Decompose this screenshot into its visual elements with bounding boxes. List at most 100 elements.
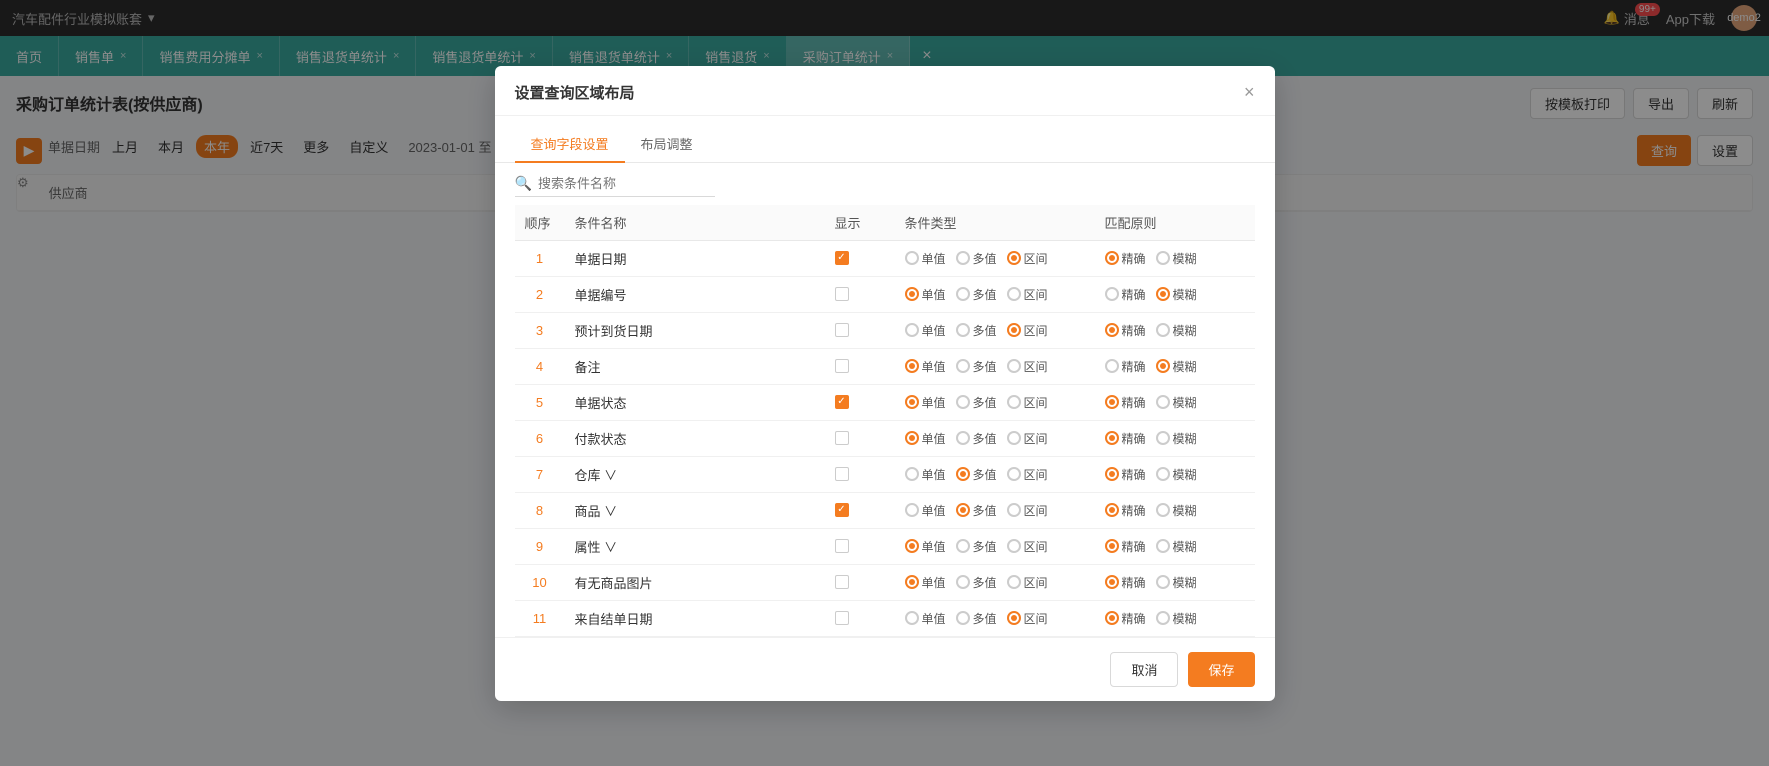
- match-radio-item[interactable]: 模糊: [1156, 394, 1197, 411]
- type-radio-item[interactable]: 单值: [905, 610, 946, 627]
- radio-label: 精确: [1122, 286, 1146, 303]
- radio-circle: [1105, 323, 1119, 337]
- match-radio-item[interactable]: 模糊: [1156, 358, 1197, 375]
- type-radio-item[interactable]: 单值: [905, 394, 946, 411]
- type-radio-item[interactable]: 单值: [905, 466, 946, 483]
- match-radio-item[interactable]: 精确: [1105, 574, 1146, 591]
- row-display[interactable]: [825, 564, 895, 600]
- match-radio-item[interactable]: 模糊: [1156, 466, 1197, 483]
- type-radio-item[interactable]: 区间: [1007, 358, 1048, 375]
- row-display[interactable]: [825, 456, 895, 492]
- match-radio-item[interactable]: 模糊: [1156, 286, 1197, 303]
- row-display[interactable]: [825, 276, 895, 312]
- display-checkbox[interactable]: [835, 467, 849, 481]
- modal-title: 设置查询区域布局: [515, 82, 635, 103]
- match-radio-item[interactable]: 模糊: [1156, 574, 1197, 591]
- display-checkbox[interactable]: [835, 287, 849, 301]
- type-radio-item[interactable]: 区间: [1007, 430, 1048, 447]
- row-display[interactable]: [825, 600, 895, 636]
- display-checkbox[interactable]: [835, 323, 849, 337]
- match-radio-item[interactable]: 精确: [1105, 610, 1146, 627]
- type-radio-item[interactable]: 多值: [956, 286, 997, 303]
- type-radio-item[interactable]: 区间: [1007, 466, 1048, 483]
- display-checkbox[interactable]: [835, 431, 849, 445]
- type-radio-item[interactable]: 区间: [1007, 322, 1048, 339]
- type-radio-item[interactable]: 单值: [905, 430, 946, 447]
- type-radio-item[interactable]: 单值: [905, 502, 946, 519]
- type-radio-item[interactable]: 单值: [905, 358, 946, 375]
- radio-label: 精确: [1122, 250, 1146, 267]
- type-radio-item[interactable]: 区间: [1007, 394, 1048, 411]
- row-display[interactable]: [825, 348, 895, 384]
- row-display[interactable]: [825, 240, 895, 276]
- type-radio-item[interactable]: 区间: [1007, 538, 1048, 555]
- type-radio-item[interactable]: 多值: [956, 610, 997, 627]
- modal-tab-query[interactable]: 查询字段设置: [515, 126, 625, 163]
- match-radio-item[interactable]: 精确: [1105, 250, 1146, 267]
- display-checkbox[interactable]: [835, 539, 849, 553]
- modal-tab-layout[interactable]: 布局调整: [625, 126, 709, 163]
- display-checkbox[interactable]: [835, 395, 849, 409]
- type-radio-item[interactable]: 单值: [905, 574, 946, 591]
- radio-label: 模糊: [1173, 358, 1197, 375]
- row-match: 精确模糊: [1095, 384, 1255, 420]
- type-radio-item[interactable]: 单值: [905, 538, 946, 555]
- cancel-btn[interactable]: 取消: [1110, 652, 1178, 687]
- match-radio-item[interactable]: 精确: [1105, 430, 1146, 447]
- row-order: 4: [515, 348, 565, 384]
- type-radio-item[interactable]: 多值: [956, 466, 997, 483]
- row-display[interactable]: [825, 384, 895, 420]
- row-display[interactable]: [825, 492, 895, 528]
- radio-circle: [1156, 431, 1170, 445]
- match-radio-item[interactable]: 精确: [1105, 322, 1146, 339]
- row-display[interactable]: [825, 420, 895, 456]
- type-radio-item[interactable]: 单值: [905, 250, 946, 267]
- type-radio-item[interactable]: 多值: [956, 430, 997, 447]
- radio-circle: [1007, 503, 1021, 517]
- type-radio-item[interactable]: 区间: [1007, 250, 1048, 267]
- modal-close-btn[interactable]: ×: [1244, 83, 1255, 101]
- match-radio-item[interactable]: 模糊: [1156, 502, 1197, 519]
- radio-label: 模糊: [1173, 574, 1197, 591]
- type-radio-item[interactable]: 多值: [956, 574, 997, 591]
- match-radio-item[interactable]: 模糊: [1156, 430, 1197, 447]
- radio-label: 单值: [922, 466, 946, 483]
- match-radio-item[interactable]: 精确: [1105, 286, 1146, 303]
- match-radio-item[interactable]: 模糊: [1156, 538, 1197, 555]
- match-radio-item[interactable]: 模糊: [1156, 610, 1197, 627]
- row-name: 单据编号: [565, 276, 825, 312]
- match-radio-item[interactable]: 精确: [1105, 502, 1146, 519]
- type-radio-item[interactable]: 多值: [956, 250, 997, 267]
- type-radio-item[interactable]: 单值: [905, 286, 946, 303]
- type-radio-item[interactable]: 多值: [956, 538, 997, 555]
- type-radio-item[interactable]: 区间: [1007, 610, 1048, 627]
- match-radio-item[interactable]: 精确: [1105, 538, 1146, 555]
- match-radio-item[interactable]: 模糊: [1156, 250, 1197, 267]
- row-display[interactable]: [825, 528, 895, 564]
- type-radio-item[interactable]: 区间: [1007, 502, 1048, 519]
- match-radio-item[interactable]: 精确: [1105, 466, 1146, 483]
- row-type: 单值多值区间: [895, 240, 1095, 276]
- type-radio-item[interactable]: 多值: [956, 322, 997, 339]
- match-radio-item[interactable]: 模糊: [1156, 322, 1197, 339]
- save-btn[interactable]: 保存: [1188, 652, 1254, 687]
- display-checkbox[interactable]: [835, 359, 849, 373]
- display-checkbox[interactable]: [835, 575, 849, 589]
- type-radio-item[interactable]: 多值: [956, 358, 997, 375]
- modal-header: 设置查询区域布局 ×: [495, 66, 1275, 116]
- radio-circle: [1007, 359, 1021, 373]
- radio-label: 单值: [922, 394, 946, 411]
- match-radio-item[interactable]: 精确: [1105, 358, 1146, 375]
- display-checkbox[interactable]: [835, 611, 849, 625]
- type-radio-item[interactable]: 区间: [1007, 574, 1048, 591]
- match-radio-item[interactable]: 精确: [1105, 394, 1146, 411]
- modal-table-wrap: 顺序 条件名称 显示 条件类型 匹配原则 1单据日期单值多值区间精确模糊2单据编…: [495, 205, 1275, 637]
- type-radio-item[interactable]: 单值: [905, 322, 946, 339]
- type-radio-item[interactable]: 多值: [956, 394, 997, 411]
- search-input[interactable]: [538, 176, 715, 191]
- type-radio-item[interactable]: 多值: [956, 502, 997, 519]
- type-radio-item[interactable]: 区间: [1007, 286, 1048, 303]
- display-checkbox[interactable]: [835, 503, 849, 517]
- display-checkbox[interactable]: [835, 251, 849, 265]
- row-display[interactable]: [825, 312, 895, 348]
